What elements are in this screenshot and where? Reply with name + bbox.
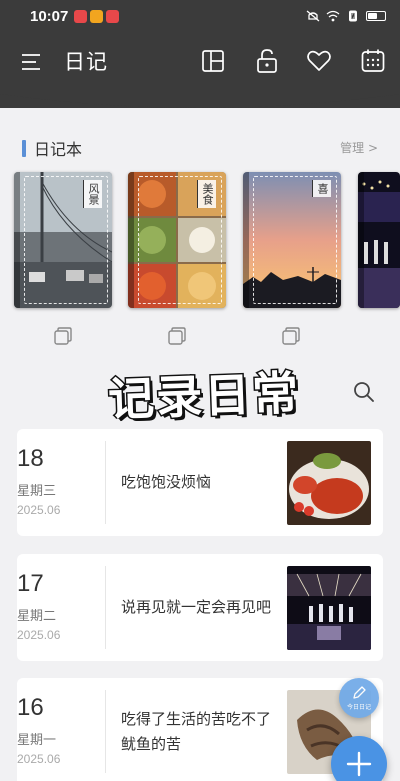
nfc-icon (349, 10, 357, 22)
entry-day: 18 (17, 445, 44, 472)
entry-thumbnail (287, 441, 371, 525)
notebook-happy[interactable]: 喜 (243, 172, 341, 308)
pencil-icon (353, 686, 366, 699)
entry-year-month: 2025.06 (17, 628, 61, 642)
today-diary-label: 今日日记 (346, 704, 371, 711)
copy-icon[interactable] (167, 326, 187, 346)
layout-icon[interactable] (200, 48, 226, 74)
entry-year-month: 2025.06 (17, 503, 61, 517)
diary-entry[interactable]: 16 星期一 2025.06 吃得了生活的苦吃不了鱿鱼的苦 (17, 678, 383, 781)
menu-icon[interactable] (20, 50, 44, 74)
food-photo (287, 441, 371, 525)
entry-text: 说再见就一定会再见吧 (121, 598, 272, 616)
notebook-landscape[interactable]: 风景 (14, 172, 112, 308)
search-icon[interactable] (352, 380, 376, 404)
calendar-icon[interactable] (360, 48, 386, 74)
copy-icon[interactable] (53, 326, 73, 346)
plus-icon (346, 751, 372, 777)
entry-day: 16 (17, 694, 44, 721)
section-accent-bar (22, 139, 26, 157)
entry-thumbnail (287, 566, 371, 650)
status-system-icons (306, 10, 386, 22)
notebook-label: 喜 (312, 180, 331, 197)
overlay-sticker-title: 记录日常 (106, 364, 303, 428)
entry-divider (105, 441, 106, 524)
wifi-icon (326, 10, 340, 22)
notebook-concert-cover (358, 172, 400, 308)
red-app-icon (106, 9, 120, 23)
battery-icon (366, 11, 386, 21)
status-time: 10:07 (30, 7, 69, 25)
entry-day: 17 (17, 570, 44, 597)
lock-icon[interactable] (254, 48, 280, 74)
entry-weekday: 星期一 (17, 733, 57, 748)
notebook-section-header: 日记本 (22, 136, 82, 160)
concert-photo (287, 566, 371, 650)
section-title: 日记本 (34, 140, 83, 159)
entry-year-month: 2025.06 (17, 752, 61, 766)
entry-weekday: 星期三 (17, 484, 57, 499)
weibo-icon (90, 9, 104, 23)
status-app-icons (74, 9, 120, 23)
entry-text: 吃得了生活的苦吃不了鱿鱼的苦 (121, 709, 272, 753)
status-bar: 10:07 (0, 0, 400, 32)
heart-icon[interactable] (306, 48, 332, 74)
manage-link[interactable]: 管理 > (340, 139, 378, 156)
entry-divider (105, 690, 106, 773)
red-app-icon (74, 9, 88, 23)
notebook-concert[interactable] (358, 172, 400, 308)
notebook-food[interactable]: 美食 (128, 172, 226, 308)
diary-entry[interactable]: 17 星期二 2025.06 说再见就一定会再见吧 (17, 554, 383, 661)
header-wave (0, 82, 400, 108)
entry-text: 吃饱饱没烦恼 (121, 473, 212, 491)
entry-weekday: 星期二 (17, 609, 57, 624)
mute-icon (306, 10, 320, 22)
diary-entry[interactable]: 18 星期三 2025.06 吃饱饱没烦恼 (17, 429, 383, 536)
copy-icon[interactable] (281, 326, 301, 346)
today-diary-button[interactable]: 今日日记 (339, 678, 379, 718)
notebook-label: 美食 (197, 180, 216, 208)
notebook-label: 风景 (83, 180, 102, 208)
page-title: 日记 (64, 50, 108, 74)
entry-divider (105, 566, 106, 649)
